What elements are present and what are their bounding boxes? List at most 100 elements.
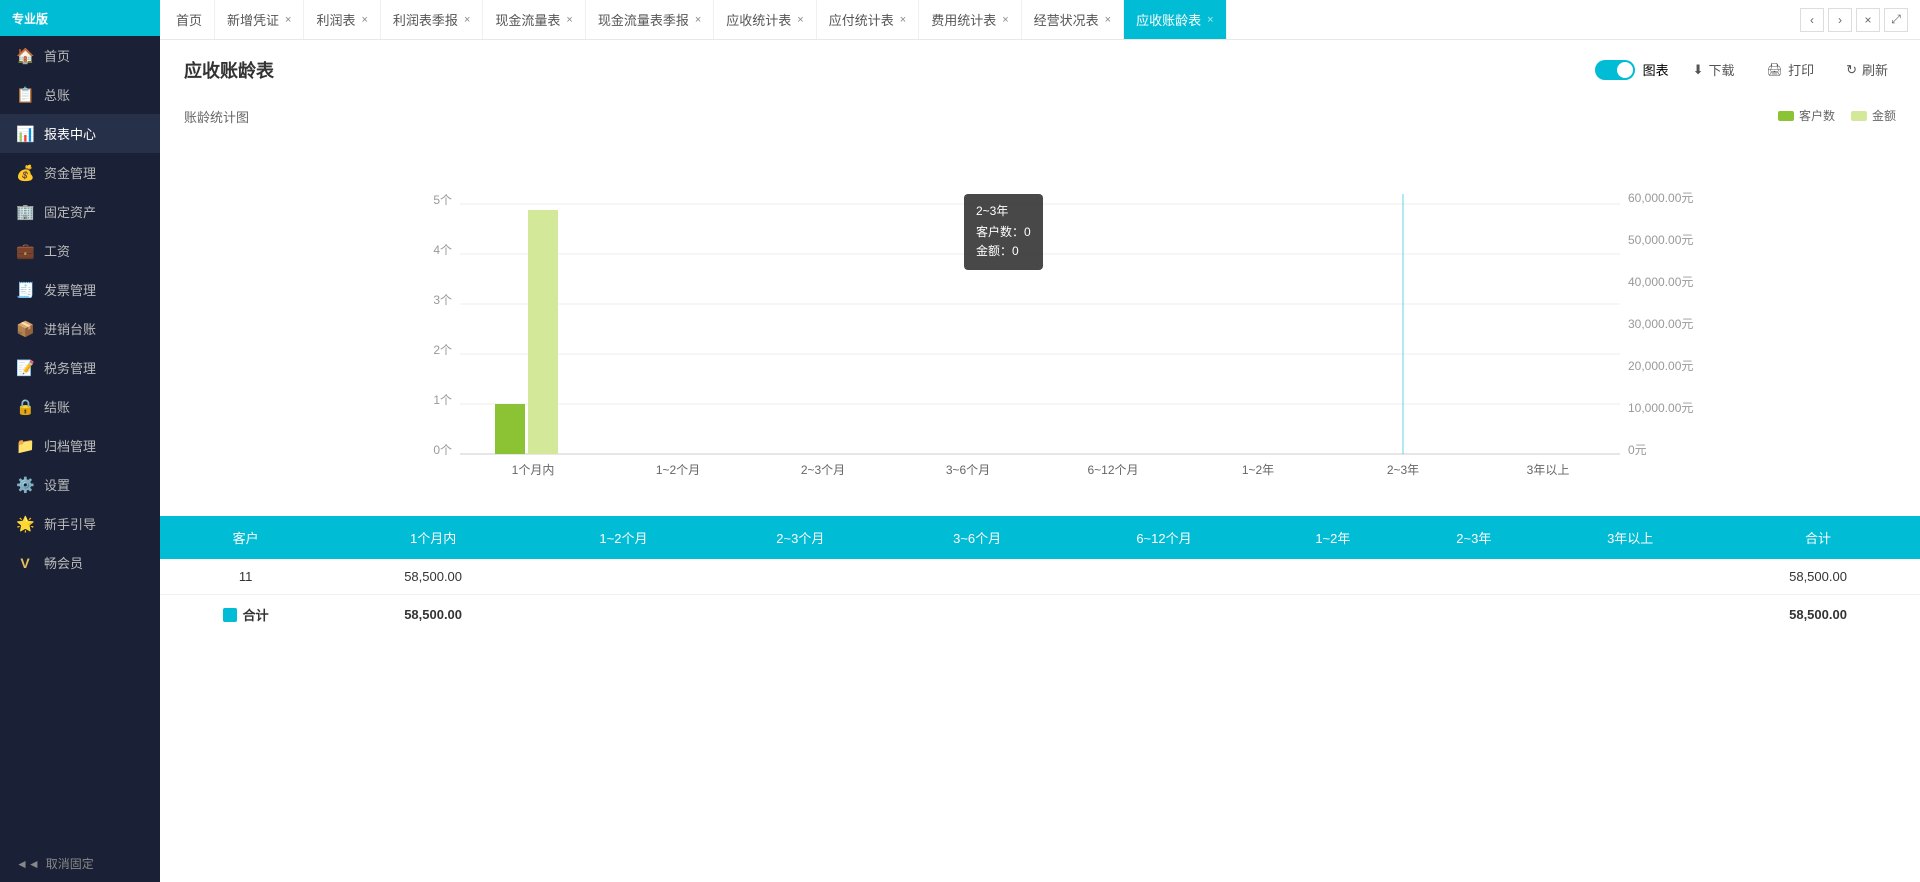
total-m6-12 xyxy=(1066,595,1263,635)
table-total-row: 合计 58,500.00 58,500.00 xyxy=(160,595,1920,635)
page-content: 应收账龄表 图表 ⬇ 下载 🖨 打印 ↻ 刷新 xyxy=(160,40,1920,882)
col-header-y1-2: 1~2年 xyxy=(1262,516,1403,559)
sidebar-item-funds[interactable]: 💰 资金管理 xyxy=(0,153,160,192)
tab-ar-stats-close[interactable]: × xyxy=(797,14,803,26)
svg-text:1个月内: 1个月内 xyxy=(512,463,555,477)
col-header-customer: 客户 xyxy=(160,516,331,559)
col-header-m6-12: 6~12个月 xyxy=(1066,516,1263,559)
collapse-icon: ◄◄ xyxy=(16,857,40,871)
sidebar-item-salary[interactable]: 💼 工资 xyxy=(0,231,160,270)
sidebar-label-archive: 归档管理 xyxy=(44,436,96,455)
refresh-button[interactable]: ↻ 刷新 xyxy=(1838,56,1896,83)
sidebar-item-guide[interactable]: 🌟 新手引导 xyxy=(0,504,160,543)
chart-title: 账龄统计图 xyxy=(184,107,1896,126)
sidebar-item-settings[interactable]: ⚙️ 设置 xyxy=(0,465,160,504)
tab-cashflow-quarterly-close[interactable]: × xyxy=(695,14,701,26)
chart-legend: 客户数 金额 xyxy=(1778,107,1896,124)
svg-text:2~3年: 2~3年 xyxy=(1387,463,1419,477)
svg-text:3年以上: 3年以上 xyxy=(1527,463,1570,477)
download-button[interactable]: ⬇ 下载 xyxy=(1685,56,1743,83)
tab-close-all-button[interactable]: × xyxy=(1856,8,1880,32)
total-label-cell: 合计 xyxy=(160,595,331,635)
tab-ar-aging[interactable]: 应收账龄表 × xyxy=(1124,0,1226,40)
sidebar-item-home[interactable]: 🏠 首页 xyxy=(0,36,160,75)
table-header-row: 客户 1个月内 1~2个月 2~3个月 3~6个月 6~12个月 1~2年 2~… xyxy=(160,516,1920,559)
sidebar-label-assets: 固定资产 xyxy=(44,202,96,221)
sidebar-item-closing[interactable]: 🔒 结账 xyxy=(0,387,160,426)
tab-profit[interactable]: 利润表 × xyxy=(304,0,380,40)
chart-toggle[interactable]: 图表 xyxy=(1595,60,1669,80)
tab-expense-stats[interactable]: 费用统计表 × xyxy=(919,0,1021,40)
sidebar-item-tax[interactable]: 📝 税务管理 xyxy=(0,348,160,387)
sidebar-item-archive[interactable]: 📁 归档管理 xyxy=(0,426,160,465)
toggle-track[interactable] xyxy=(1595,60,1635,80)
chart-container: 0个 1个 2个 3个 4个 5个 0元 10,000.00元 20,000.0… xyxy=(184,134,1896,504)
reports-icon: 📊 xyxy=(16,125,34,143)
tab-cashflow-quarterly[interactable]: 现金流量表季报 × xyxy=(586,0,714,40)
svg-text:40,000.00元: 40,000.00元 xyxy=(1628,275,1693,289)
tab-ap-stats-close[interactable]: × xyxy=(900,14,906,26)
tab-voucher-close[interactable]: × xyxy=(285,14,291,26)
tab-expand-button[interactable]: ⤢ xyxy=(1884,8,1908,32)
tab-next-button[interactable]: › xyxy=(1828,8,1852,32)
cell-total: 58,500.00 xyxy=(1716,559,1920,595)
tab-cashflow-close[interactable]: × xyxy=(566,14,572,26)
sidebar-item-assets[interactable]: 🏢 固定资产 xyxy=(0,192,160,231)
tab-expense-stats-close[interactable]: × xyxy=(1002,14,1008,26)
tab-business-status[interactable]: 经营状况表 × xyxy=(1022,0,1124,40)
legend-amount: 金额 xyxy=(1851,107,1896,124)
tab-bar: 首页 新增凭证 × 利润表 × 利润表季报 × 现金流量表 × 现金流量表季报 … xyxy=(160,0,1920,40)
total-m2 xyxy=(535,595,712,635)
tab-ar-aging-close[interactable]: × xyxy=(1207,14,1213,26)
col-header-m4-6: 3~6个月 xyxy=(889,516,1066,559)
sidebar-item-inventory[interactable]: 📦 进销台账 xyxy=(0,309,160,348)
refresh-label: 刷新 xyxy=(1862,60,1888,79)
tab-profit-quarterly[interactable]: 利润表季报 × xyxy=(381,0,483,40)
tab-ap-stats[interactable]: 应付统计表 × xyxy=(817,0,919,40)
legend-color-customer xyxy=(1778,111,1794,121)
total-text: 合计 xyxy=(243,605,269,624)
tab-business-status-label: 经营状况表 xyxy=(1034,10,1099,29)
chart-svg: 0个 1个 2个 3个 4个 5个 0元 10,000.00元 20,000.0… xyxy=(184,134,1896,504)
legend-color-amount xyxy=(1851,111,1867,121)
bar-amount-0 xyxy=(528,210,558,454)
total-m4-6 xyxy=(889,595,1066,635)
tab-cashflow[interactable]: 现金流量表 × xyxy=(483,0,585,40)
invoice-icon: 🧾 xyxy=(16,281,34,299)
settings-icon: ⚙️ xyxy=(16,476,34,494)
total-m1: 58,500.00 xyxy=(331,595,535,635)
sidebar: 专业版 🏠 首页 📋 总账 📊 报表中心 💰 资金管理 🏢 固定资产 💼 工资 … xyxy=(0,0,160,882)
home-icon: 🏠 xyxy=(16,47,34,65)
legend-label-amount: 金额 xyxy=(1872,107,1896,124)
table-section: 客户 1个月内 1~2个月 2~3个月 3~6个月 6~12个月 1~2年 2~… xyxy=(160,516,1920,634)
sidebar-item-reports[interactable]: 📊 报表中心 xyxy=(0,114,160,153)
tab-prev-button[interactable]: ‹ xyxy=(1800,8,1824,32)
svg-text:0个: 0个 xyxy=(433,443,452,457)
tab-voucher[interactable]: 新增凭证 × xyxy=(215,0,304,40)
tab-profit-quarterly-close[interactable]: × xyxy=(464,14,470,26)
svg-text:10,000.00元: 10,000.00元 xyxy=(1628,401,1693,415)
sidebar-item-ledger[interactable]: 📋 总账 xyxy=(0,75,160,114)
total-y3plus xyxy=(1544,595,1716,635)
sidebar-item-invoice[interactable]: 🧾 发票管理 xyxy=(0,270,160,309)
print-button[interactable]: 🖨 打印 xyxy=(1759,56,1823,83)
cell-customer: 11 xyxy=(160,559,331,595)
svg-text:2~3个月: 2~3个月 xyxy=(801,463,845,477)
collapse-sidebar-button[interactable]: ◄◄ 取消固定 xyxy=(0,845,160,882)
svg-text:1个: 1个 xyxy=(433,393,452,407)
data-table: 客户 1个月内 1~2个月 2~3个月 3~6个月 6~12个月 1~2年 2~… xyxy=(160,516,1920,634)
tab-business-status-close[interactable]: × xyxy=(1105,14,1111,26)
tab-profit-close[interactable]: × xyxy=(361,14,367,26)
app-logo: 专业版 xyxy=(0,0,160,36)
download-label: 下载 xyxy=(1709,60,1735,79)
tab-ar-stats[interactable]: 应收统计表 × xyxy=(714,0,816,40)
svg-text:4个: 4个 xyxy=(433,243,452,257)
legend-customer-count: 客户数 xyxy=(1778,107,1835,124)
sidebar-item-vip[interactable]: V 畅会员 xyxy=(0,543,160,582)
refresh-icon: ↻ xyxy=(1846,62,1857,78)
download-icon: ⬇ xyxy=(1693,62,1704,78)
total-icon xyxy=(223,608,237,622)
tab-cashflow-quarterly-label: 现金流量表季报 xyxy=(598,10,689,29)
cell-y1-2 xyxy=(1262,559,1403,595)
tab-home[interactable]: 首页 xyxy=(164,0,215,40)
